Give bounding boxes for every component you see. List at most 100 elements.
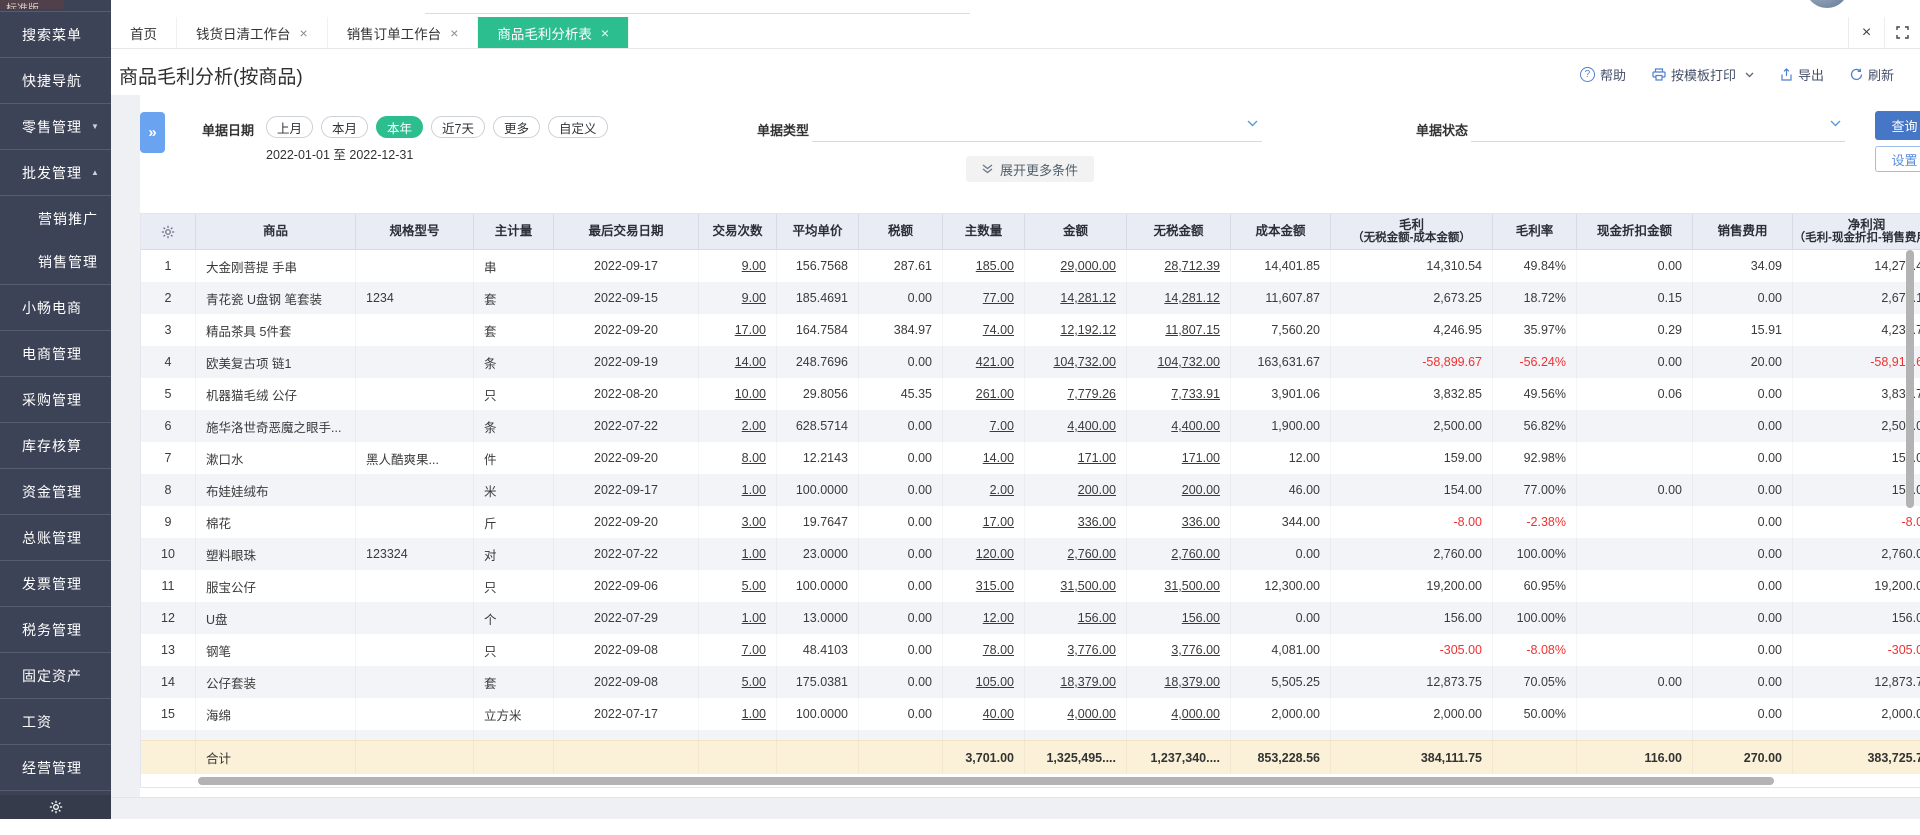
sidebar-item[interactable]: 小畅电商	[0, 286, 111, 329]
column-settings-cell[interactable]	[141, 214, 196, 250]
date-preset-自定义[interactable]: 自定义	[548, 116, 608, 138]
column-header-avg_price[interactable]: 平均单价	[777, 214, 859, 250]
cell-notax[interactable]: 31,500.00	[1127, 570, 1231, 602]
date-preset-更多[interactable]: 更多	[493, 116, 541, 138]
cell-qty[interactable]: 7.00	[943, 410, 1025, 442]
sidebar-item[interactable]: 销售管理	[0, 240, 111, 283]
horizontal-scrollbar-thumb[interactable]	[198, 777, 1774, 785]
help-button[interactable]: ? 帮助	[1579, 65, 1626, 84]
cell-amount[interactable]: 2,760.00	[1025, 538, 1127, 570]
sidebar-item[interactable]: 采购管理	[0, 378, 111, 421]
cell-times[interactable]: 2.00	[699, 410, 777, 442]
sidebar-item[interactable]: 电商管理	[0, 332, 111, 375]
sidebar-item[interactable]: 总账管理	[0, 516, 111, 559]
doc-status-select[interactable]	[1471, 108, 1845, 142]
close-icon[interactable]: ×	[1848, 17, 1884, 48]
cell-notax[interactable]: 11,807.15	[1127, 314, 1231, 346]
cell-amount[interactable]: 336.00	[1025, 506, 1127, 538]
column-header-amount[interactable]: 金额	[1025, 214, 1127, 250]
sidebar-item[interactable]: 营销推广	[0, 197, 111, 240]
cell-notax[interactable]: 104,732.00	[1127, 346, 1231, 378]
column-header-notax[interactable]: 无税金额	[1127, 214, 1231, 250]
cell-amount[interactable]: 4,000.00	[1025, 698, 1127, 730]
cell-notax[interactable]: 156.00	[1127, 602, 1231, 634]
cell-qty[interactable]: 2.00	[943, 474, 1025, 506]
query-button[interactable]: 查询	[1875, 111, 1920, 140]
cell-qty[interactable]: 40.00	[943, 698, 1025, 730]
chevron-down-icon[interactable]	[1745, 72, 1754, 78]
cell-notax[interactable]: 4,400.00	[1127, 410, 1231, 442]
sidebar-item[interactable]: 批发管理 ▲	[0, 151, 111, 194]
cell-times[interactable]: 1.00	[699, 538, 777, 570]
vertical-scrollbar-thumb[interactable]	[1906, 250, 1914, 508]
cell-times[interactable]: 3.00	[699, 506, 777, 538]
sidebar-item[interactable]: 零售管理 ▼	[0, 105, 111, 148]
sidebar-item[interactable]: 工资	[0, 700, 111, 743]
date-preset-本年[interactable]: 本年	[376, 116, 424, 138]
tab-close-icon[interactable]: ×	[601, 26, 609, 40]
cell-qty[interactable]: 185.00	[943, 250, 1025, 282]
cell-amount[interactable]: 3,776.00	[1025, 634, 1127, 666]
cell-times[interactable]: 9.00	[699, 250, 777, 282]
cell-qty[interactable]: 74.00	[943, 314, 1025, 346]
cell-amount[interactable]: 4,400.00	[1025, 410, 1127, 442]
column-header-unit[interactable]: 主计量	[474, 214, 554, 250]
collapse-filter-button[interactable]: »	[140, 112, 165, 153]
cell-times[interactable]: 1.00	[699, 602, 777, 634]
cell-times[interactable]: 1.00	[699, 474, 777, 506]
column-header-date[interactable]: 最后交易日期	[554, 214, 699, 250]
tab-销售订单工作台[interactable]: 销售订单工作台 ×	[328, 17, 479, 48]
sidebar-item[interactable]: 发票管理	[0, 562, 111, 605]
tab-close-icon[interactable]: ×	[450, 26, 458, 40]
cell-qty[interactable]: 14.00	[943, 442, 1025, 474]
tab-钱货日清工作台[interactable]: 钱货日清工作台 ×	[177, 17, 328, 48]
cell-amount[interactable]: 171.00	[1025, 442, 1127, 474]
cell-times[interactable]: 10.00	[699, 378, 777, 410]
column-header-qty[interactable]: 主数量	[943, 214, 1025, 250]
sidebar-item[interactable]: 快捷导航	[0, 59, 111, 102]
cell-notax[interactable]: 171.00	[1127, 442, 1231, 474]
cell-times[interactable]: 1.00	[699, 698, 777, 730]
column-header-product[interactable]: 商品	[196, 214, 356, 250]
cell-notax[interactable]: 200.00	[1127, 474, 1231, 506]
cell-times[interactable]: 9.00	[699, 282, 777, 314]
cell-amount[interactable]: 156.00	[1025, 602, 1127, 634]
cell-qty[interactable]: 421.00	[943, 346, 1025, 378]
column-header-times[interactable]: 交易次数	[699, 214, 777, 250]
sidebar-item[interactable]: 固定资产	[0, 654, 111, 697]
column-header-tax[interactable]: 税额	[859, 214, 943, 250]
cell-times[interactable]: 7.00	[699, 634, 777, 666]
sidebar-item[interactable]: 库存核算	[0, 424, 111, 467]
cell-qty[interactable]: 261.00	[943, 378, 1025, 410]
tab-close-icon[interactable]: ×	[300, 26, 308, 40]
sidebar-item[interactable]: 资金管理	[0, 470, 111, 513]
cell-amount[interactable]: 12,192.12	[1025, 314, 1127, 346]
column-header-profit[interactable]: 毛利 （无税金额-成本金额）	[1331, 214, 1493, 250]
tab-商品毛利分析表[interactable]: 商品毛利分析表 ×	[478, 17, 630, 48]
cell-notax[interactable]: 14,281.12	[1127, 282, 1231, 314]
fullscreen-icon[interactable]	[1884, 17, 1920, 48]
cell-notax[interactable]: 3,776.00	[1127, 634, 1231, 666]
cell-amount[interactable]: 29,000.00	[1025, 250, 1127, 282]
cell-times[interactable]: 8.00	[699, 442, 777, 474]
column-header-expense[interactable]: 销售费用	[1693, 214, 1793, 250]
date-preset-近7天[interactable]: 近7天	[431, 116, 485, 138]
cell-times[interactable]: 14.00	[699, 346, 777, 378]
sidebar-settings-button[interactable]	[0, 795, 111, 819]
cell-amount[interactable]: 18,379.00	[1025, 666, 1127, 698]
tab-首页[interactable]: 首页	[111, 17, 177, 48]
cell-notax[interactable]: 2,760.00	[1127, 538, 1231, 570]
cell-notax[interactable]: 4,000.00	[1127, 698, 1231, 730]
column-header-discount[interactable]: 现金折扣金额	[1577, 214, 1693, 250]
cell-qty[interactable]: 12.00	[943, 602, 1025, 634]
cell-amount[interactable]: 104,732.00	[1025, 346, 1127, 378]
cell-notax[interactable]: 7,733.91	[1127, 378, 1231, 410]
cell-qty[interactable]: 105.00	[943, 666, 1025, 698]
sidebar-item[interactable]: 经营管理	[0, 746, 111, 789]
cell-amount[interactable]: 7,779.26	[1025, 378, 1127, 410]
expand-more-button[interactable]: 展开更多条件	[965, 156, 1094, 182]
date-preset-本月[interactable]: 本月	[321, 116, 369, 138]
cell-times[interactable]: 5.00	[699, 666, 777, 698]
sidebar-item[interactable]: 搜索菜单	[0, 13, 111, 56]
cell-amount[interactable]: 200.00	[1025, 474, 1127, 506]
